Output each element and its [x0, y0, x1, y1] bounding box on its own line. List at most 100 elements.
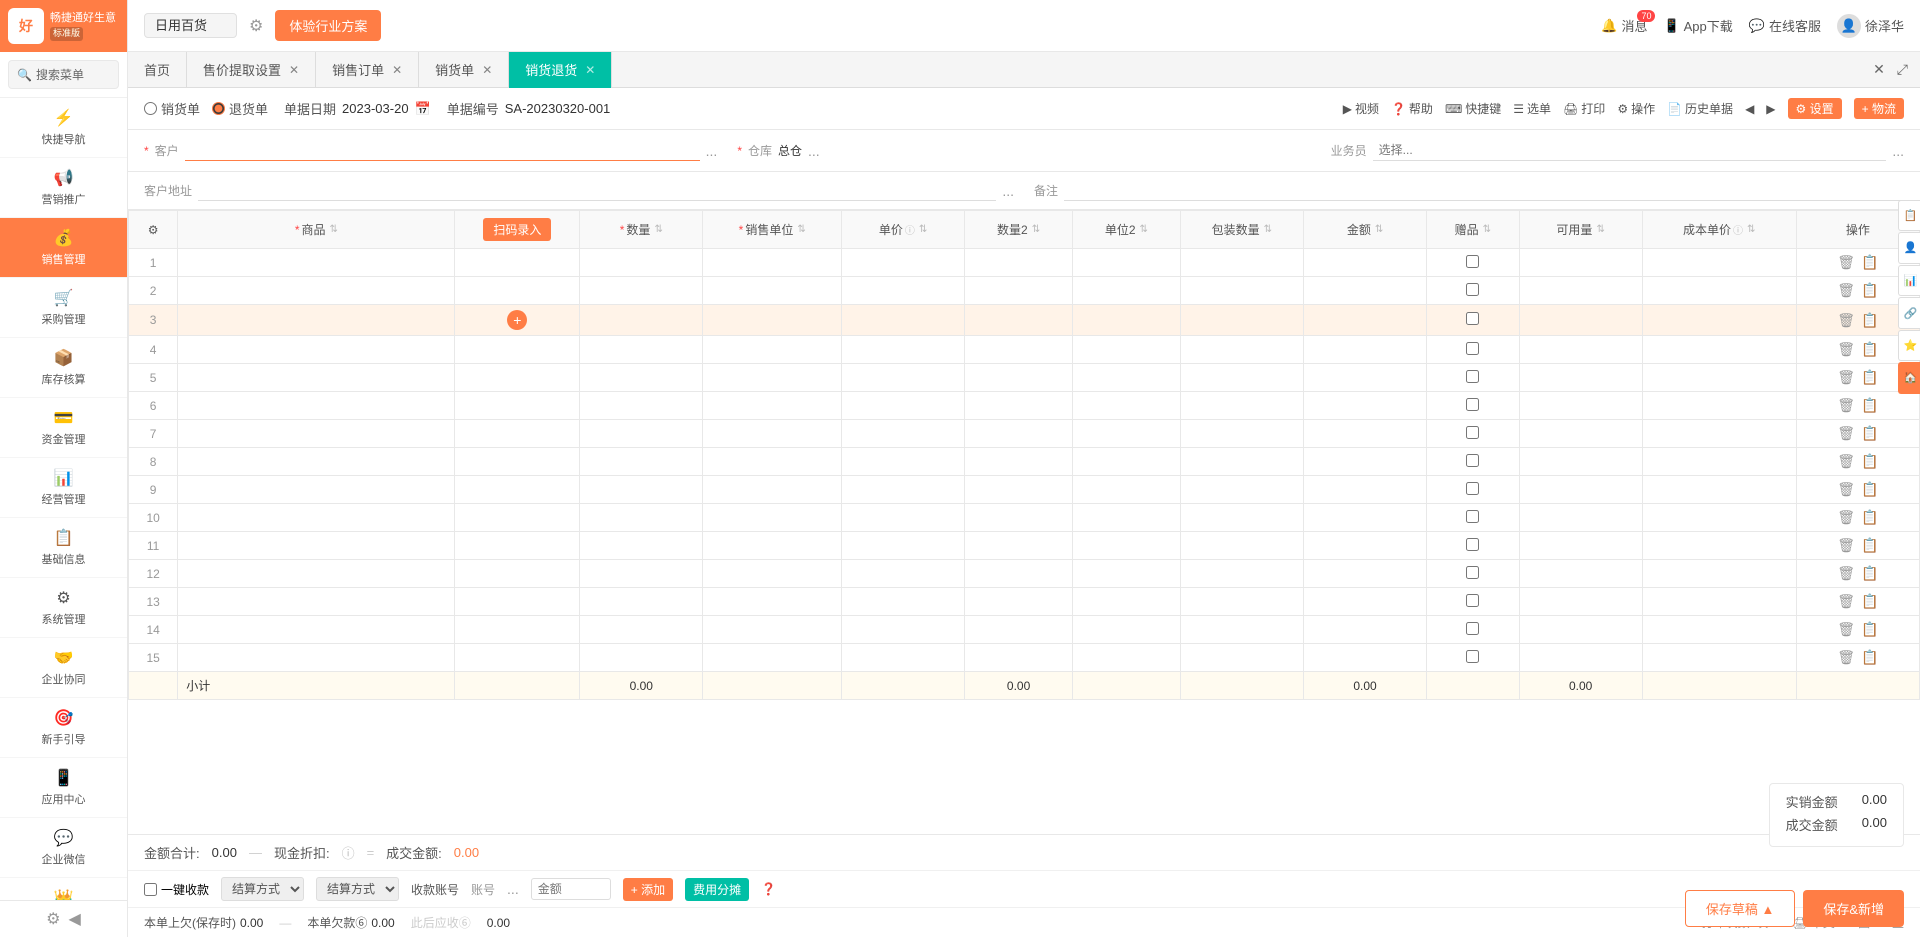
- right-panel-btn-3[interactable]: 🔗: [1898, 297, 1920, 328]
- cost-price-cell[interactable]: [1642, 249, 1796, 277]
- available-cell[interactable]: [1519, 277, 1642, 305]
- logistics-btn[interactable]: + 物流: [1854, 98, 1904, 119]
- delete-icon[interactable]: 🗑: [1837, 509, 1855, 526]
- gift-cell[interactable]: [1427, 532, 1519, 560]
- product-cell[interactable]: [178, 476, 455, 504]
- qty-cell[interactable]: [580, 504, 703, 532]
- unit-price-cell[interactable]: [841, 420, 964, 448]
- pack-qty-cell[interactable]: [1180, 644, 1303, 672]
- save-draft-btn[interactable]: 保存草稿 ▲: [1685, 890, 1796, 927]
- cost-price-cell[interactable]: [1642, 336, 1796, 364]
- qty2-cell[interactable]: [965, 277, 1073, 305]
- qty2-cell[interactable]: [965, 336, 1073, 364]
- sale-unit-cell[interactable]: [703, 392, 842, 420]
- sale-unit-cell[interactable]: [703, 420, 842, 448]
- delete-icon[interactable]: 🗑: [1837, 593, 1855, 610]
- delete-icon[interactable]: 🗑: [1837, 397, 1855, 414]
- amount-cell[interactable]: [1303, 249, 1426, 277]
- sale-unit-cell[interactable]: [703, 616, 842, 644]
- unit-price-cell[interactable]: [841, 249, 964, 277]
- scan-btn[interactable]: 扫码录入: [483, 218, 551, 241]
- available-cell[interactable]: [1519, 588, 1642, 616]
- right-panel-btn-0[interactable]: 📋: [1898, 200, 1920, 231]
- unit2-cell[interactable]: [1072, 532, 1180, 560]
- calendar-icon[interactable]: 📅: [415, 101, 431, 117]
- copy-icon[interactable]: 📋: [1861, 397, 1878, 414]
- available-cell[interactable]: [1519, 448, 1642, 476]
- unit2-cell[interactable]: [1072, 560, 1180, 588]
- sidebar-item-marketing[interactable]: 📢营销推广: [0, 158, 127, 218]
- tab-close-sale-delivery[interactable]: ✕: [482, 63, 492, 77]
- amount-cell[interactable]: [1303, 336, 1426, 364]
- header-gear-icon[interactable]: ⚙: [245, 12, 267, 40]
- pack-qty-cell[interactable]: [1180, 249, 1303, 277]
- gift-checkbox[interactable]: [1466, 454, 1479, 467]
- cost-price-cell[interactable]: [1642, 560, 1796, 588]
- qty2-cell[interactable]: [965, 249, 1073, 277]
- qty-cell[interactable]: [580, 249, 703, 277]
- history-btn[interactable]: 📄历史单据: [1667, 100, 1733, 117]
- pack-qty-cell[interactable]: [1180, 588, 1303, 616]
- gift-checkbox[interactable]: [1466, 255, 1479, 268]
- available-cell[interactable]: [1519, 504, 1642, 532]
- radio-return[interactable]: 退货单: [212, 99, 268, 118]
- trial-btn[interactable]: 体验行业方案: [275, 10, 381, 41]
- gift-cell[interactable]: [1427, 392, 1519, 420]
- cost-price-cell[interactable]: [1642, 532, 1796, 560]
- gift-cell[interactable]: [1427, 644, 1519, 672]
- tab-sale-order[interactable]: 销售订单✕: [316, 52, 419, 88]
- delete-icon[interactable]: 🗑: [1837, 537, 1855, 554]
- tab-close-sale-order[interactable]: ✕: [392, 63, 402, 77]
- pack-qty-cell[interactable]: [1180, 305, 1303, 336]
- customer-dots[interactable]: ...: [706, 143, 718, 159]
- delete-icon[interactable]: 🗑: [1837, 565, 1855, 582]
- gift-cell[interactable]: [1427, 504, 1519, 532]
- product-cell[interactable]: [178, 532, 455, 560]
- sidebar-item-sales[interactable]: 💰销售管理: [0, 218, 127, 278]
- gift-cell[interactable]: [1427, 277, 1519, 305]
- delete-icon[interactable]: 🗑: [1837, 369, 1855, 386]
- address-input[interactable]: [198, 180, 996, 201]
- sale-unit-cell[interactable]: [703, 277, 842, 305]
- unit2-cell[interactable]: [1072, 476, 1180, 504]
- unit2-cell[interactable]: [1072, 504, 1180, 532]
- gift-cell[interactable]: [1427, 364, 1519, 392]
- pack-qty-cell[interactable]: [1180, 392, 1303, 420]
- prev-btn[interactable]: ◀: [1745, 102, 1754, 116]
- shortcut-btn[interactable]: ⌨快捷键: [1445, 100, 1501, 117]
- sidebar-item-enterprise[interactable]: 🤝企业协同: [0, 638, 127, 698]
- gift-checkbox[interactable]: [1466, 398, 1479, 411]
- sale-unit-cell[interactable]: [703, 305, 842, 336]
- cost-price-cell[interactable]: [1642, 364, 1796, 392]
- print-btn[interactable]: 🖨打印: [1563, 100, 1605, 117]
- staff-dots[interactable]: ...: [1892, 143, 1904, 159]
- video-btn[interactable]: ▶视频: [1343, 100, 1379, 117]
- gift-checkbox[interactable]: [1466, 370, 1479, 383]
- delete-icon[interactable]: 🗑: [1837, 453, 1855, 470]
- unit2-cell[interactable]: [1072, 420, 1180, 448]
- cost-price-cell[interactable]: [1642, 616, 1796, 644]
- sidebar-item-app-center[interactable]: 📱应用中心: [0, 758, 127, 818]
- available-cell[interactable]: [1519, 644, 1642, 672]
- qty-cell[interactable]: [580, 532, 703, 560]
- gift-cell[interactable]: [1427, 476, 1519, 504]
- amount-cell[interactable]: [1303, 532, 1426, 560]
- cost-price-cell[interactable]: [1642, 588, 1796, 616]
- available-cell[interactable]: [1519, 560, 1642, 588]
- copy-icon[interactable]: 📋: [1861, 509, 1878, 526]
- cost-price-cell[interactable]: [1642, 644, 1796, 672]
- pack-qty-cell[interactable]: [1180, 560, 1303, 588]
- amount-cell[interactable]: [1303, 588, 1426, 616]
- gift-checkbox[interactable]: [1466, 283, 1479, 296]
- product-cell[interactable]: [178, 588, 455, 616]
- product-cell[interactable]: [178, 364, 455, 392]
- close-tab-btn[interactable]: ✕: [1869, 59, 1889, 80]
- qty-cell[interactable]: [580, 588, 703, 616]
- product-cell[interactable]: [178, 420, 455, 448]
- unit2-cell[interactable]: [1072, 249, 1180, 277]
- gift-cell[interactable]: [1427, 249, 1519, 277]
- collapse-icon[interactable]: ◀: [69, 909, 81, 929]
- copy-icon[interactable]: 📋: [1861, 254, 1878, 271]
- tab-close-sale-price[interactable]: ✕: [289, 63, 299, 77]
- select-bill-btn[interactable]: ☰选单: [1513, 100, 1551, 117]
